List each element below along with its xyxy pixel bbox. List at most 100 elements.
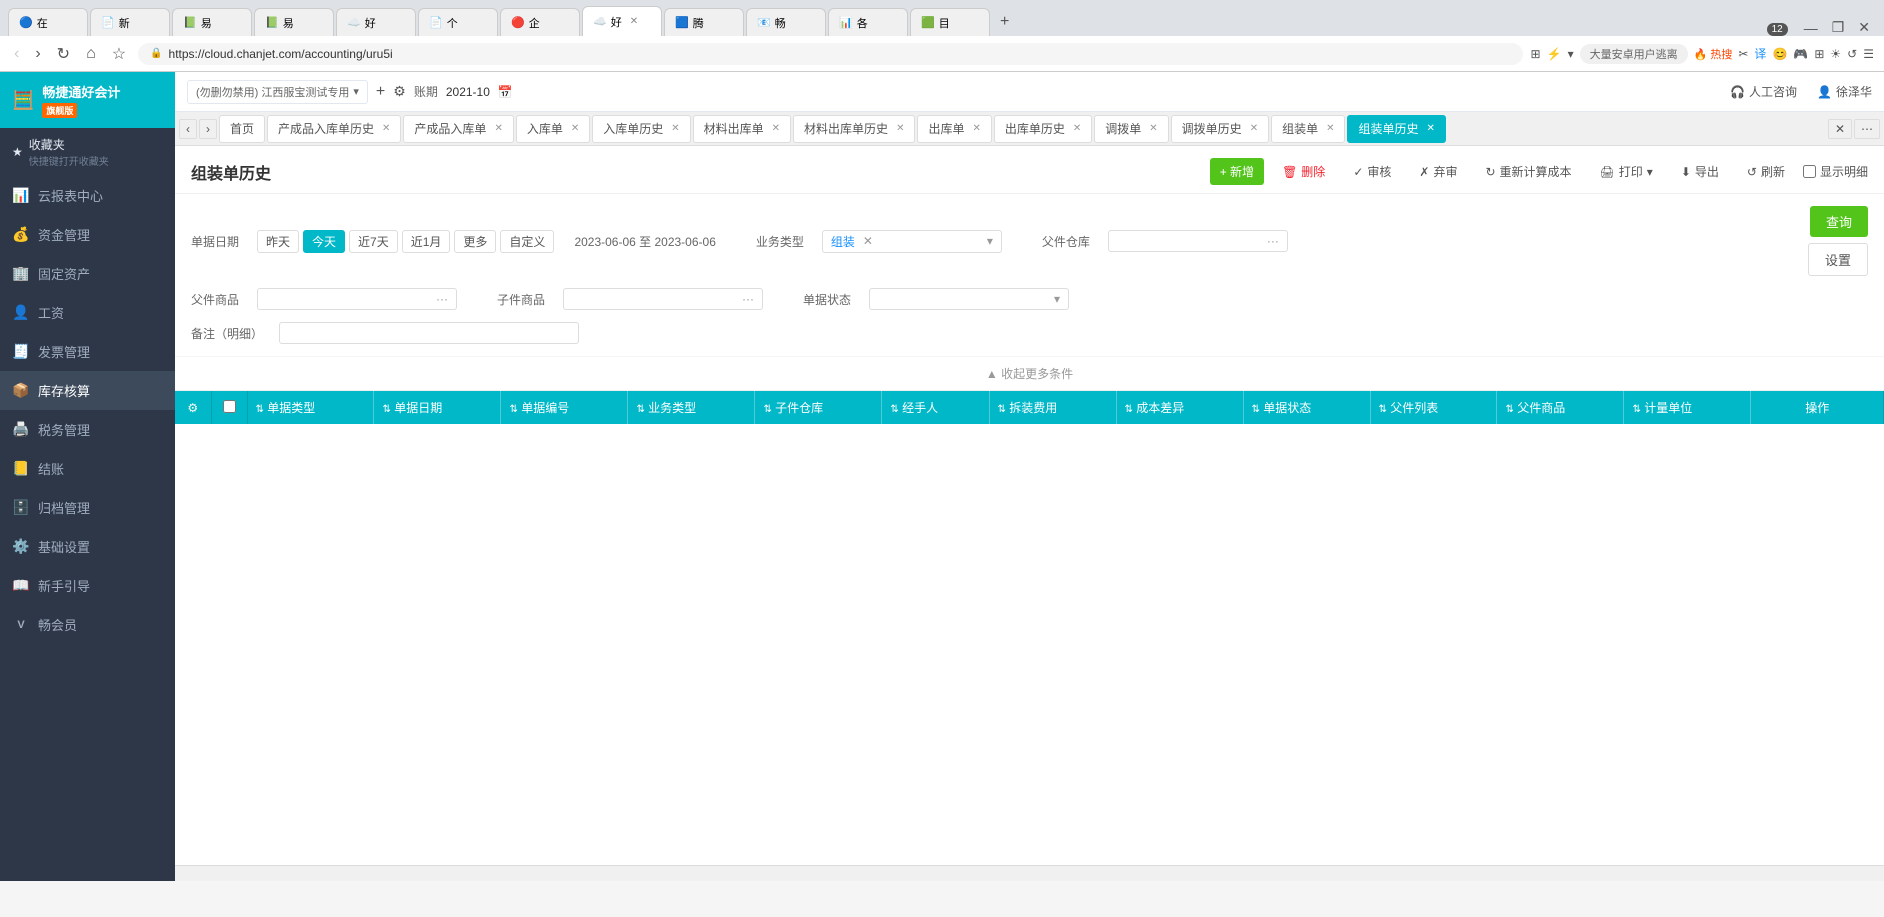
help-button[interactable]: 🎧 人工咨询 (1730, 83, 1797, 100)
sidebar-item-tax[interactable]: 🖨️ 税务管理 (0, 410, 175, 449)
sidebar-item-inventory[interactable]: 📦 库存核算 (0, 371, 175, 410)
print-button[interactable]: 🖨 打印 ▾ (1590, 158, 1663, 185)
date-btn-custom[interactable]: 自定义 (500, 230, 554, 253)
page-tab-transfer-history[interactable]: 调拨单历史 ✕ (1171, 115, 1269, 143)
sidebar-item-fund-management[interactable]: 💰 资金管理 (0, 215, 175, 254)
url-bar[interactable]: 🔒 https://cloud.chanjet.com/accounting/u… (138, 43, 1522, 65)
page-tab-home[interactable]: 首页 (219, 115, 265, 143)
new-tab-button[interactable]: + (992, 8, 1017, 36)
dropdown-icon[interactable]: ▾ (1568, 47, 1574, 61)
browser-tab-2[interactable]: 📄新 (90, 8, 170, 36)
close-icon[interactable]: ✕ (671, 123, 679, 134)
date-btn-yesterday[interactable]: 昨天 (257, 230, 299, 253)
col-cost-diff[interactable]: ⇅ 成本差异 (1116, 391, 1243, 424)
col-order-type[interactable]: ⇅ 单据类型 (247, 391, 374, 424)
sidebar-item-payroll[interactable]: 👤 工资 (0, 293, 175, 332)
select-all-checkbox[interactable] (223, 400, 236, 413)
close-icon[interactable]: ✕ (772, 123, 780, 134)
page-tab-outbound[interactable]: 出库单 ✕ (917, 115, 991, 143)
menu-icon[interactable]: ☰ (1863, 47, 1874, 61)
browser-tab-5[interactable]: ☁️好 (336, 8, 416, 36)
page-tab-material-outbound[interactable]: 材料出库单 ✕ (693, 115, 791, 143)
date-btn-7days[interactable]: 近7天 (349, 230, 398, 253)
col-child-warehouse[interactable]: ⇅ 子件仓库 (755, 391, 882, 424)
page-tab-product-inbound[interactable]: 产成品入库单 ✕ (403, 115, 513, 143)
sidebar-item-basic-settings[interactable]: ⚙️ 基础设置 (0, 527, 175, 566)
page-tab-outbound-history[interactable]: 出库单历史 ✕ (994, 115, 1092, 143)
bookmark-button[interactable]: ☆ (108, 40, 130, 68)
date-btn-1month[interactable]: 近1月 (402, 230, 451, 253)
export-button[interactable]: ⬇ 导出 (1671, 158, 1729, 185)
browser-tab-7[interactable]: 🔴企 (500, 8, 580, 36)
settings-col-icon[interactable]: ⚙ (187, 401, 198, 415)
browser-tab-12[interactable]: 🟩目 (910, 8, 990, 36)
browser-tab-9[interactable]: 🟦腾 (664, 8, 744, 36)
delete-button[interactable]: 🗑 删除 (1272, 158, 1335, 185)
sidebar-item-invoice[interactable]: 🧾 发票管理 (0, 332, 175, 371)
display-detail-checkbox[interactable] (1803, 165, 1816, 178)
page-tab-assembly[interactable]: 组装单 ✕ (1271, 115, 1345, 143)
maximize-button[interactable]: ❐ (1826, 19, 1851, 36)
page-tab-inbound[interactable]: 入库单 ✕ (516, 115, 590, 143)
tab-nav-right[interactable]: › (199, 119, 217, 139)
close-icon[interactable]: ✕ (972, 123, 980, 134)
col-unit[interactable]: ⇅ 计量单位 (1624, 391, 1751, 424)
undo-icon[interactable]: ↺ (1847, 47, 1857, 61)
close-button[interactable]: ✕ (1852, 19, 1876, 36)
col-disassembly-fee[interactable]: ⇅ 拆装费用 (989, 391, 1116, 424)
page-tab-material-outbound-history[interactable]: 材料出库单历史 ✕ (793, 115, 915, 143)
calendar-icon[interactable]: 📅 (498, 85, 513, 99)
browser-tab-1[interactable]: 🔵在 (8, 8, 88, 36)
game-icon[interactable]: 🎮 (1793, 47, 1808, 61)
grid-icon[interactable]: ⊞ (1531, 47, 1541, 61)
minimize-button[interactable]: — (1798, 20, 1824, 36)
more-tabs-button[interactable]: ⋯ (1854, 119, 1880, 139)
display-detail-checkbox-label[interactable]: 显示明细 (1803, 163, 1868, 180)
date-btn-today[interactable]: 今天 (303, 230, 345, 253)
browser-tab-6[interactable]: 📄个 (418, 8, 498, 36)
close-icon[interactable]: ✕ (1250, 123, 1258, 134)
col-parent-product[interactable]: ⇅ 父件商品 (1497, 391, 1624, 424)
col-parent-list[interactable]: ⇅ 父件列表 (1370, 391, 1497, 424)
col-order-status[interactable]: ⇅ 单据状态 (1243, 391, 1370, 424)
col-order-date[interactable]: ⇅ 单据日期 (374, 391, 501, 424)
company-selector[interactable]: (勿删勿禁用) 江西服宝测试专用 ▾ (187, 80, 368, 104)
apps-icon[interactable]: ⊞ (1814, 47, 1824, 61)
remove-tag-icon[interactable]: ✕ (863, 234, 873, 248)
col-checkbox[interactable] (211, 391, 247, 424)
sidebar-item-settlement[interactable]: 📒 结账 (0, 449, 175, 488)
sidebar-item-fixed-assets[interactable]: 🏢 固定资产 (0, 254, 175, 293)
page-tab-transfer[interactable]: 调拨单 ✕ (1094, 115, 1168, 143)
dots-icon-2[interactable]: ··· (436, 292, 448, 306)
notes-input[interactable] (279, 322, 579, 344)
sidebar-item-archive[interactable]: 🗄️ 归档管理 (0, 488, 175, 527)
emoji-icon[interactable]: 😊 (1772, 47, 1787, 61)
user-avatar[interactable]: 👤 徐泽华 (1817, 83, 1872, 100)
browser-tab-4[interactable]: 📗易 (254, 8, 334, 36)
settings-gear-button[interactable]: ⚙ (393, 83, 406, 100)
close-icon[interactable]: ✕ (571, 123, 579, 134)
add-company-button[interactable]: + (376, 83, 385, 101)
sidebar-item-member[interactable]: V 畅会员 (0, 605, 175, 644)
reload-button[interactable]: ↻ (53, 40, 74, 68)
hot-search-label[interactable]: 🔥 热搜 (1694, 46, 1733, 62)
sidebar-favorites[interactable]: ★ 收藏夹 快捷键打开收藏夹 (0, 128, 175, 176)
col-handler[interactable]: ⇅ 经手人 (882, 391, 989, 424)
browser-tab-3[interactable]: 📗易 (172, 8, 252, 36)
dots-icon[interactable]: ··· (1267, 234, 1279, 248)
sidebar-item-cloud-reports[interactable]: 📊 云报表中心 (0, 176, 175, 215)
business-type-selector[interactable]: 组装 ✕ ▾ (822, 230, 1002, 253)
col-business-type[interactable]: ⇅ 业务类型 (628, 391, 755, 424)
close-icon[interactable]: ✕ (382, 123, 390, 134)
browser-tab-8-active[interactable]: ☁️好 ✕ (582, 6, 662, 36)
close-icon[interactable]: ✕ (1149, 123, 1157, 134)
collapse-row[interactable]: ▲ 收起更多条件 (175, 357, 1884, 391)
browser-tab-10[interactable]: 📧畅 (746, 8, 826, 36)
page-tab-product-inbound-history[interactable]: 产成品入库单历史 ✕ (267, 115, 401, 143)
tab-nav-left[interactable]: ‹ (179, 119, 197, 139)
order-status-selector[interactable]: ▾ (869, 288, 1069, 310)
dots-icon-3[interactable]: ··· (742, 292, 754, 306)
lightning-icon[interactable]: ⚡ (1547, 47, 1562, 61)
back-button[interactable]: ‹ (10, 41, 23, 67)
theme-icon[interactable]: ☀ (1830, 47, 1841, 61)
